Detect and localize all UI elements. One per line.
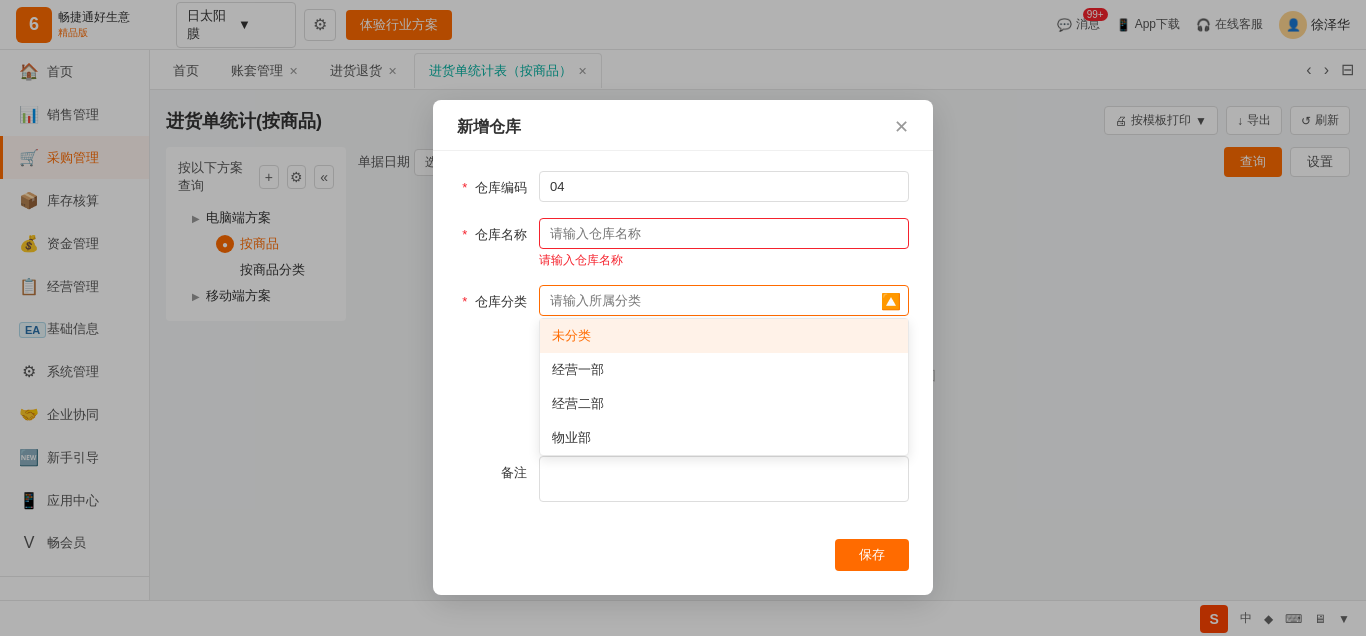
warehouse-code-label: * 仓库编码 <box>457 171 527 197</box>
warehouse-name-row: * 仓库名称 请输入仓库名称 <box>457 218 909 269</box>
chevron-up-icon[interactable]: 🔼 <box>881 291 901 310</box>
modal-close-button[interactable]: ✕ <box>894 116 909 138</box>
dropdown-item-1[interactable]: 经营一部 <box>540 353 908 387</box>
warehouse-note-row: 备注 <box>457 456 909 505</box>
new-warehouse-modal: 新增仓库 ✕ * 仓库编码 * 仓库名称 <box>433 100 933 595</box>
category-dropdown: 未分类 经营一部 经营二部 物业部 <box>539 318 909 456</box>
warehouse-note-label: 备注 <box>457 456 527 482</box>
warehouse-code-input[interactable] <box>539 171 909 202</box>
dropdown-item-2[interactable]: 经营二部 <box>540 387 908 421</box>
warehouse-name-field: 请输入仓库名称 <box>539 218 909 269</box>
modal-overlay[interactable]: 新增仓库 ✕ * 仓库编码 * 仓库名称 <box>0 0 1366 636</box>
warehouse-note-input[interactable] <box>539 456 909 502</box>
warehouse-code-row: * 仓库编码 <box>457 171 909 202</box>
dropdown-item-3[interactable]: 物业部 <box>540 421 908 455</box>
warehouse-name-input[interactable] <box>539 218 909 249</box>
modal-footer: 保存 <box>433 531 933 571</box>
category-input-wrap: 🔼 <box>539 285 909 316</box>
warehouse-note-field <box>539 456 909 505</box>
warehouse-category-row: * 仓库分类 🔼 未分类 经营一部 经营二部 物业部 <box>457 285 909 316</box>
modal-body: * 仓库编码 * 仓库名称 请输入仓库名称 <box>433 151 933 531</box>
warehouse-category-field: 🔼 未分类 经营一部 经营二部 物业部 <box>539 285 909 316</box>
dropdown-item-0[interactable]: 未分类 <box>540 319 908 353</box>
warehouse-code-field <box>539 171 909 202</box>
warehouse-category-input[interactable] <box>539 285 909 316</box>
warehouse-name-error: 请输入仓库名称 <box>539 252 909 269</box>
save-button[interactable]: 保存 <box>835 539 909 571</box>
modal-header: 新增仓库 ✕ <box>433 100 933 151</box>
warehouse-name-label: * 仓库名称 <box>457 218 527 244</box>
modal-title: 新增仓库 <box>457 117 521 138</box>
warehouse-category-label: * 仓库分类 <box>457 285 527 311</box>
